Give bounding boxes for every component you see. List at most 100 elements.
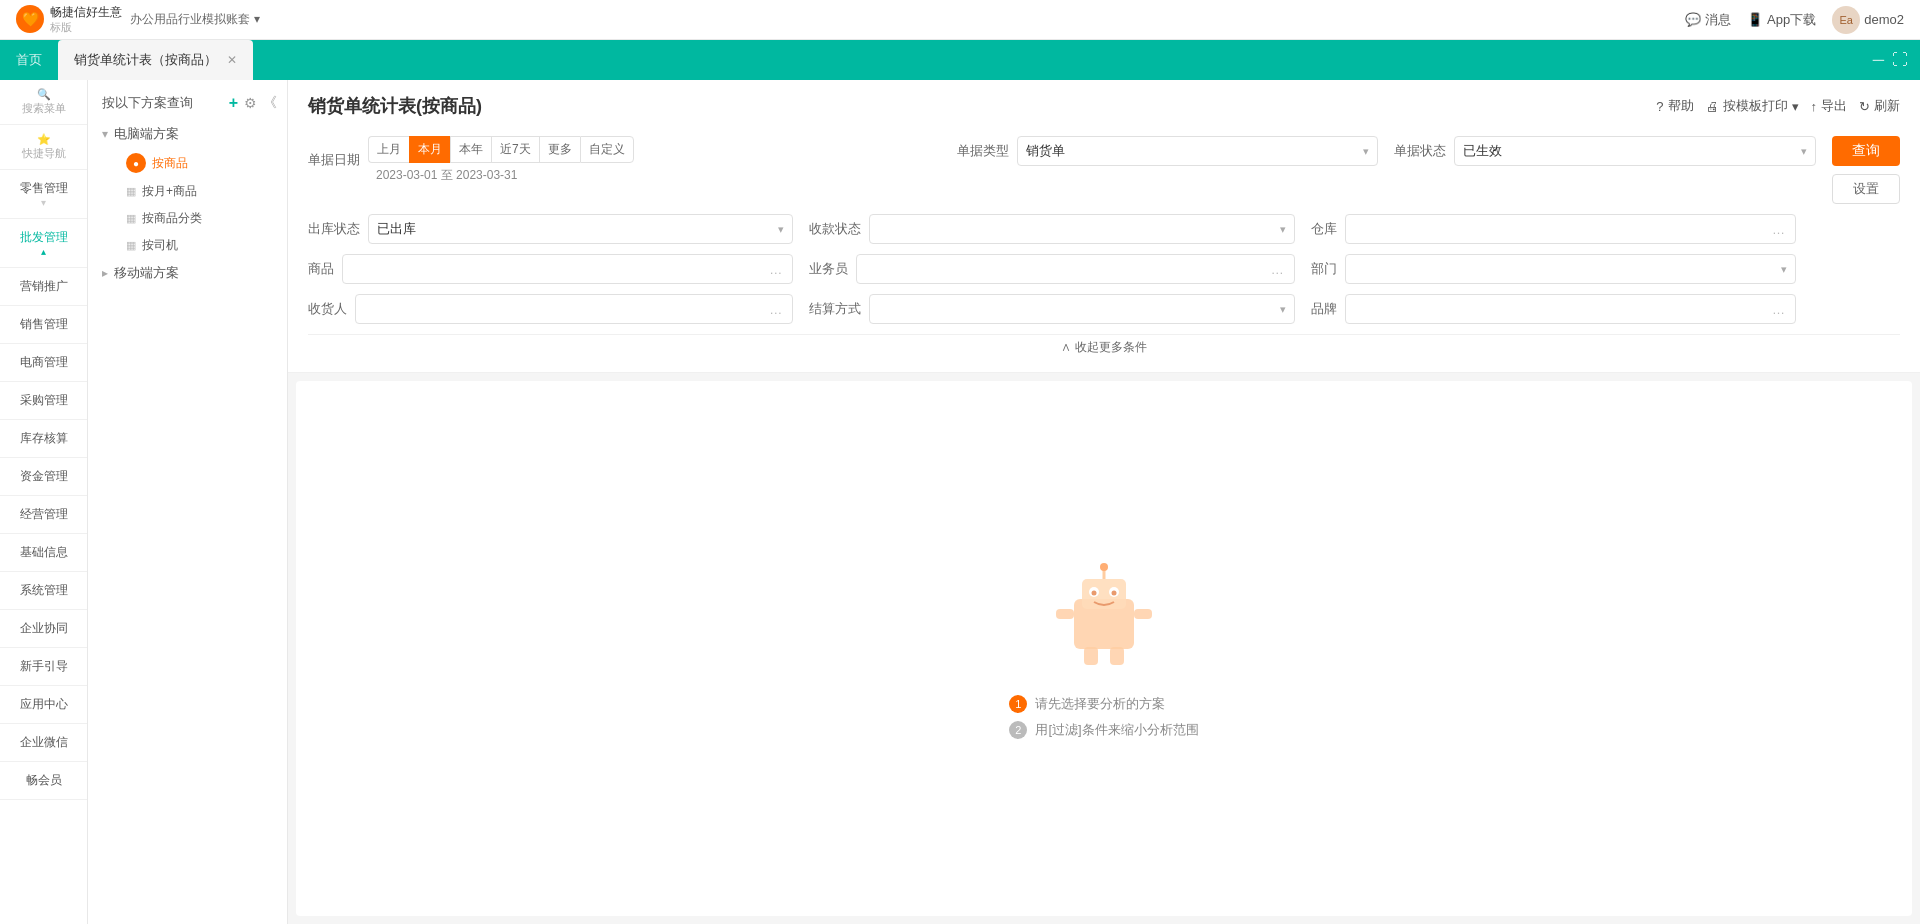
- sidebar-item-member[interactable]: 畅会员: [0, 762, 87, 800]
- help-button[interactable]: ? 帮助: [1656, 97, 1693, 115]
- payment-status-label: 收款状态: [809, 220, 861, 238]
- add-scheme-button[interactable]: +: [229, 94, 238, 112]
- tip-number-1: 1: [1009, 695, 1027, 713]
- empty-tip-1: 1 请先选择要分析的方案: [1009, 695, 1198, 713]
- sidebar-item-retail[interactable]: 零售管理 ▾: [0, 170, 87, 219]
- date-tab-this-month[interactable]: 本月: [409, 136, 450, 163]
- logo-text: 畅捷信好生意 标版: [50, 5, 122, 35]
- salesperson-select[interactable]: …: [856, 254, 1294, 284]
- empty-illustration: [1044, 559, 1164, 679]
- sidebar-item-finance[interactable]: 资金管理: [0, 458, 87, 496]
- out-status-select[interactable]: 已出库 ▾: [368, 214, 793, 244]
- sidebar-item-wholesale[interactable]: 批发管理 ▴: [0, 219, 87, 268]
- empty-tip-2: 2 用[过滤]条件来缩小分析范围: [1009, 721, 1198, 739]
- more-icon: …: [769, 262, 784, 277]
- tab-sales-stat[interactable]: 销货单统计表（按商品） ✕: [58, 40, 253, 80]
- tree-item-by-month-goods[interactable]: ▦ 按月+商品: [116, 178, 287, 205]
- date-range: 2023-03-01 至 2023-03-31: [376, 167, 634, 184]
- page-title: 销货单统计表(按商品): [308, 94, 482, 118]
- tree-item-by-driver[interactable]: ▦ 按司机: [116, 232, 287, 259]
- left-panel-header: 按以下方案查询 + ⚙ 《: [88, 90, 287, 120]
- refresh-button[interactable]: ↻ 刷新: [1859, 97, 1900, 115]
- sidebar-search[interactable]: 🔍 搜索菜单: [0, 80, 87, 125]
- query-button[interactable]: 查询: [1832, 136, 1900, 166]
- template-print-button[interactable]: 🖨 按模板打印 ▾: [1706, 97, 1799, 115]
- doc-type-select[interactable]: 销货单 ▾: [1017, 136, 1379, 166]
- scheme-icon: ▦: [126, 212, 136, 225]
- empty-state: 1 请先选择要分析的方案 2 用[过滤]条件来缩小分析范围: [296, 381, 1912, 916]
- sidebar-item-wechat[interactable]: 企业微信: [0, 724, 87, 762]
- tab-maximize-icon[interactable]: ⛶: [1892, 51, 1908, 69]
- tree-mobile-node[interactable]: ▸ 移动端方案: [88, 259, 287, 287]
- app-download-button[interactable]: 📱 App下载: [1747, 11, 1816, 29]
- tab-minimize-icon[interactable]: ─: [1873, 51, 1884, 69]
- svg-rect-6: [1056, 609, 1074, 619]
- sidebar: 🔍 搜索菜单 ⭐ 快捷导航 零售管理 ▾ 批发管理 ▴ 营销推广 销售管理 电商…: [0, 80, 88, 924]
- tab-close-icon[interactable]: ✕: [227, 53, 237, 67]
- date-tab-more[interactable]: 更多: [539, 136, 580, 163]
- edit-scheme-icon[interactable]: ⚙: [244, 95, 257, 111]
- tree-pc-node[interactable]: ▾ 电脑端方案: [88, 120, 287, 148]
- settings-button[interactable]: 设置: [1832, 174, 1900, 204]
- user-menu[interactable]: Ea demo2: [1832, 6, 1904, 34]
- more-icon: …: [1772, 302, 1787, 317]
- more-icon: …: [769, 302, 784, 317]
- collapse-panel-icon[interactable]: 《: [263, 94, 277, 112]
- settlement-select[interactable]: ▾: [869, 294, 1294, 324]
- tab-home[interactable]: 首页: [0, 40, 58, 80]
- chevron-down-icon: ▾: [1781, 263, 1787, 276]
- date-tab-custom[interactable]: 自定义: [580, 136, 634, 163]
- panel-header-actions: + ⚙ 《: [229, 94, 277, 112]
- tab-bar-right: ─ ⛶: [1873, 51, 1920, 69]
- brand-select[interactable]: …: [1345, 294, 1796, 324]
- sidebar-item-enterprise[interactable]: 企业协同: [0, 610, 87, 648]
- sidebar-item-marketing[interactable]: 营销推广: [0, 268, 87, 306]
- tree-item-by-category[interactable]: ▦ 按商品分类: [116, 205, 287, 232]
- svg-rect-7: [1134, 609, 1152, 619]
- tree-expand-icon: ▾: [102, 127, 108, 141]
- tree-pc-children: ● 按商品 ▦ 按月+商品 ▦ 按商品分类 ▦ 按司机: [88, 148, 287, 259]
- page-actions: ? 帮助 🖨 按模板打印 ▾ ↑ 导出 ↻ 刷新: [1656, 97, 1900, 115]
- sidebar-item-ecommerce[interactable]: 电商管理: [0, 344, 87, 382]
- payment-status-select[interactable]: ▾: [869, 214, 1294, 244]
- sidebar-item-system[interactable]: 系统管理: [0, 572, 87, 610]
- main-layout: 🔍 搜索菜单 ⭐ 快捷导航 零售管理 ▾ 批发管理 ▴ 营销推广 销售管理 电商…: [0, 80, 1920, 924]
- empty-tips: 1 请先选择要分析的方案 2 用[过滤]条件来缩小分析范围: [1009, 695, 1198, 739]
- content-area: 销货单统计表(按商品) ? 帮助 🖨 按模板打印 ▾ ↑ 导出: [288, 80, 1920, 924]
- sidebar-item-sales[interactable]: 销售管理: [0, 306, 87, 344]
- goods-label: 商品: [308, 260, 334, 278]
- svg-rect-9: [1110, 647, 1124, 665]
- doc-status-select[interactable]: 已生效 ▾: [1454, 136, 1816, 166]
- logo-icon: 🧡: [16, 5, 44, 33]
- sidebar-quick-nav[interactable]: ⭐ 快捷导航: [0, 125, 87, 170]
- messages-button[interactable]: 💬 消息: [1685, 11, 1731, 29]
- department-label: 部门: [1311, 260, 1337, 278]
- top-header: 🧡 畅捷信好生意 标版 办公用品行业模拟账套 ▾ 💬 消息 📱 App下载 Ea…: [0, 0, 1920, 40]
- chevron-down-icon: ▾: [778, 223, 784, 236]
- date-tab-this-year[interactable]: 本年: [450, 136, 491, 163]
- logo-area: 🧡 畅捷信好生意 标版: [16, 5, 122, 35]
- sidebar-item-operation[interactable]: 经营管理: [0, 496, 87, 534]
- chevron-down-icon: ▾: [1363, 145, 1369, 158]
- svg-point-11: [1100, 563, 1108, 571]
- receiver-select[interactable]: …: [355, 294, 793, 324]
- sidebar-item-inventory[interactable]: 库存核算: [0, 420, 87, 458]
- date-label: 单据日期: [308, 151, 360, 169]
- svg-point-4: [1092, 590, 1097, 595]
- date-tab-7days[interactable]: 近7天: [491, 136, 539, 163]
- tab-bar: 首页 销货单统计表（按商品） ✕ ─ ⛶: [0, 40, 1920, 80]
- sidebar-item-guide[interactable]: 新手引导: [0, 648, 87, 686]
- department-select[interactable]: ▾: [1345, 254, 1796, 284]
- export-button[interactable]: ↑ 导出: [1811, 97, 1848, 115]
- tree-item-by-goods[interactable]: ● 按商品: [116, 148, 287, 178]
- date-tab-last-month[interactable]: 上月: [368, 136, 409, 163]
- header-right: 💬 消息 📱 App下载 Ea demo2: [1685, 6, 1904, 34]
- warehouse-select[interactable]: …: [1345, 214, 1796, 244]
- brand-label: 品牌: [1311, 300, 1337, 318]
- sidebar-item-basic[interactable]: 基础信息: [0, 534, 87, 572]
- goods-select[interactable]: …: [342, 254, 793, 284]
- collapse-conditions-button[interactable]: ∧ 收起更多条件: [308, 334, 1900, 360]
- doc-status-label: 单据状态: [1394, 142, 1446, 160]
- sidebar-item-apps[interactable]: 应用中心: [0, 686, 87, 724]
- sidebar-item-purchase[interactable]: 采购管理: [0, 382, 87, 420]
